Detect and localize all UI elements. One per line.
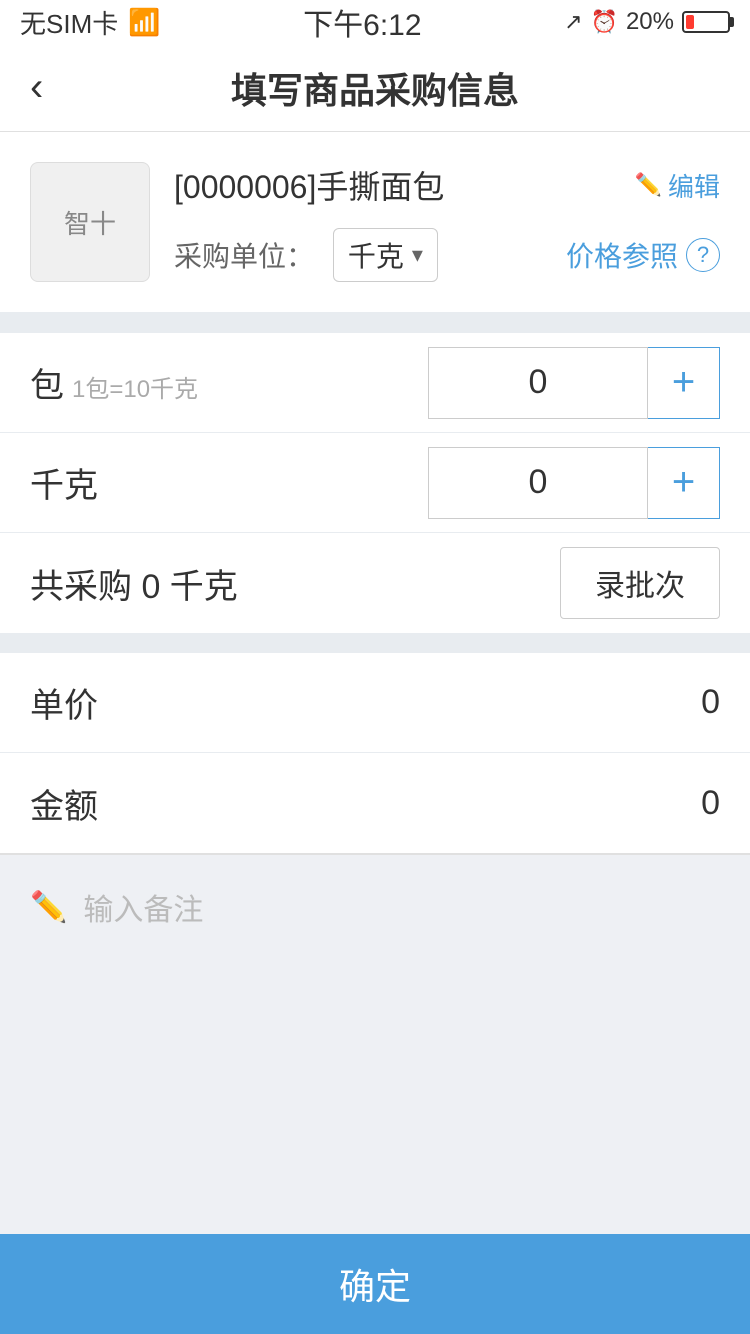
bag-sub: 1包=10千克 <box>72 376 198 403</box>
unit-label: 采购单位： <box>174 241 314 272</box>
unit-price-label: 单价 <box>30 678 98 727</box>
carrier-label: 无SIM卡 <box>20 4 118 41</box>
amount-row: 金额 0 <box>0 753 750 853</box>
edit-button[interactable]: ✏️ 编辑 <box>635 167 720 204</box>
bag-label: 包1包=10千克 <box>30 358 428 407</box>
kg-qty-control: 0 + <box>428 447 720 519</box>
kg-qty-input[interactable]: 0 <box>428 447 648 519</box>
nav-bar: ‹ 填写商品采购信息 <box>0 44 750 132</box>
batch-button[interactable]: 录批次 <box>560 547 720 619</box>
product-card: 智十 [0000006]手撕面包 ✏️ 编辑 采购单位： 千克 ▾ 价格参照 ? <box>0 132 750 313</box>
bag-qty-control: 0 + <box>428 347 720 419</box>
total-label: 共采购 0 千克 <box>30 559 238 608</box>
help-icon: ? <box>686 238 720 272</box>
total-row: 共采购 0 千克 录批次 <box>0 533 750 633</box>
section-divider-1 <box>0 313 750 333</box>
remark-placeholder: 输入备注 <box>83 885 203 929</box>
bag-qty-input[interactable]: 0 <box>428 347 648 419</box>
dropdown-icon: ▾ <box>412 242 423 268</box>
bag-input-row: 包1包=10千克 0 + <box>0 333 750 433</box>
product-name-row: [0000006]手撕面包 ✏️ 编辑 <box>174 162 720 208</box>
pencil-icon: ✏️ <box>30 890 67 925</box>
kg-plus-button[interactable]: + <box>648 447 720 519</box>
status-time: 下午6:12 <box>303 0 421 44</box>
product-image: 智十 <box>30 162 150 282</box>
status-left: 无SIM卡 📶 <box>20 4 161 41</box>
battery-icon <box>682 11 730 33</box>
kg-label: 千克 <box>30 458 428 507</box>
unit-row: 采购单位： 千克 ▾ 价格参照 ? <box>174 228 720 282</box>
status-right: ↗ ⏰ 20% <box>564 8 730 36</box>
unit-selector-group: 采购单位： 千克 ▾ <box>174 228 438 282</box>
battery-percent: 20% <box>626 8 674 36</box>
alarm-icon: ⏰ <box>591 9 618 35</box>
input-section: 包1包=10千克 0 + 千克 0 + <box>0 333 750 533</box>
remark-section[interactable]: ✏️ 输入备注 <box>0 855 750 959</box>
product-name: [0000006]手撕面包 <box>174 162 444 208</box>
price-section: 单价 0 金额 0 <box>0 653 750 853</box>
price-ref-button[interactable]: 价格参照 ? <box>566 235 720 275</box>
amount-value: 0 <box>701 784 720 823</box>
wifi-icon: 📶 <box>128 7 160 38</box>
product-info: [0000006]手撕面包 ✏️ 编辑 采购单位： 千克 ▾ 价格参照 ? <box>174 162 720 282</box>
edit-label: 编辑 <box>668 167 720 204</box>
amount-label: 金额 <box>30 779 98 828</box>
unit-price-value: 0 <box>701 683 720 722</box>
confirm-bar[interactable]: 确定 <box>0 1234 750 1334</box>
unit-value: 千克 <box>348 235 404 275</box>
confirm-button[interactable]: 确定 <box>339 1258 411 1310</box>
kg-input-row: 千克 0 + <box>0 433 750 533</box>
price-ref-label: 价格参照 <box>566 235 678 275</box>
page-title: 填写商品采购信息 <box>231 62 519 114</box>
location-icon: ↗ <box>564 9 582 35</box>
product-image-text: 智十 <box>64 204 116 241</box>
unit-price-row: 单价 0 <box>0 653 750 753</box>
edit-icon: ✏️ <box>635 172 662 198</box>
back-button[interactable]: ‹ <box>30 65 43 110</box>
section-divider-2 <box>0 633 750 653</box>
bag-plus-button[interactable]: + <box>648 347 720 419</box>
status-bar: 无SIM卡 📶 下午6:12 ↗ ⏰ 20% <box>0 0 750 44</box>
unit-select[interactable]: 千克 ▾ <box>333 228 438 282</box>
